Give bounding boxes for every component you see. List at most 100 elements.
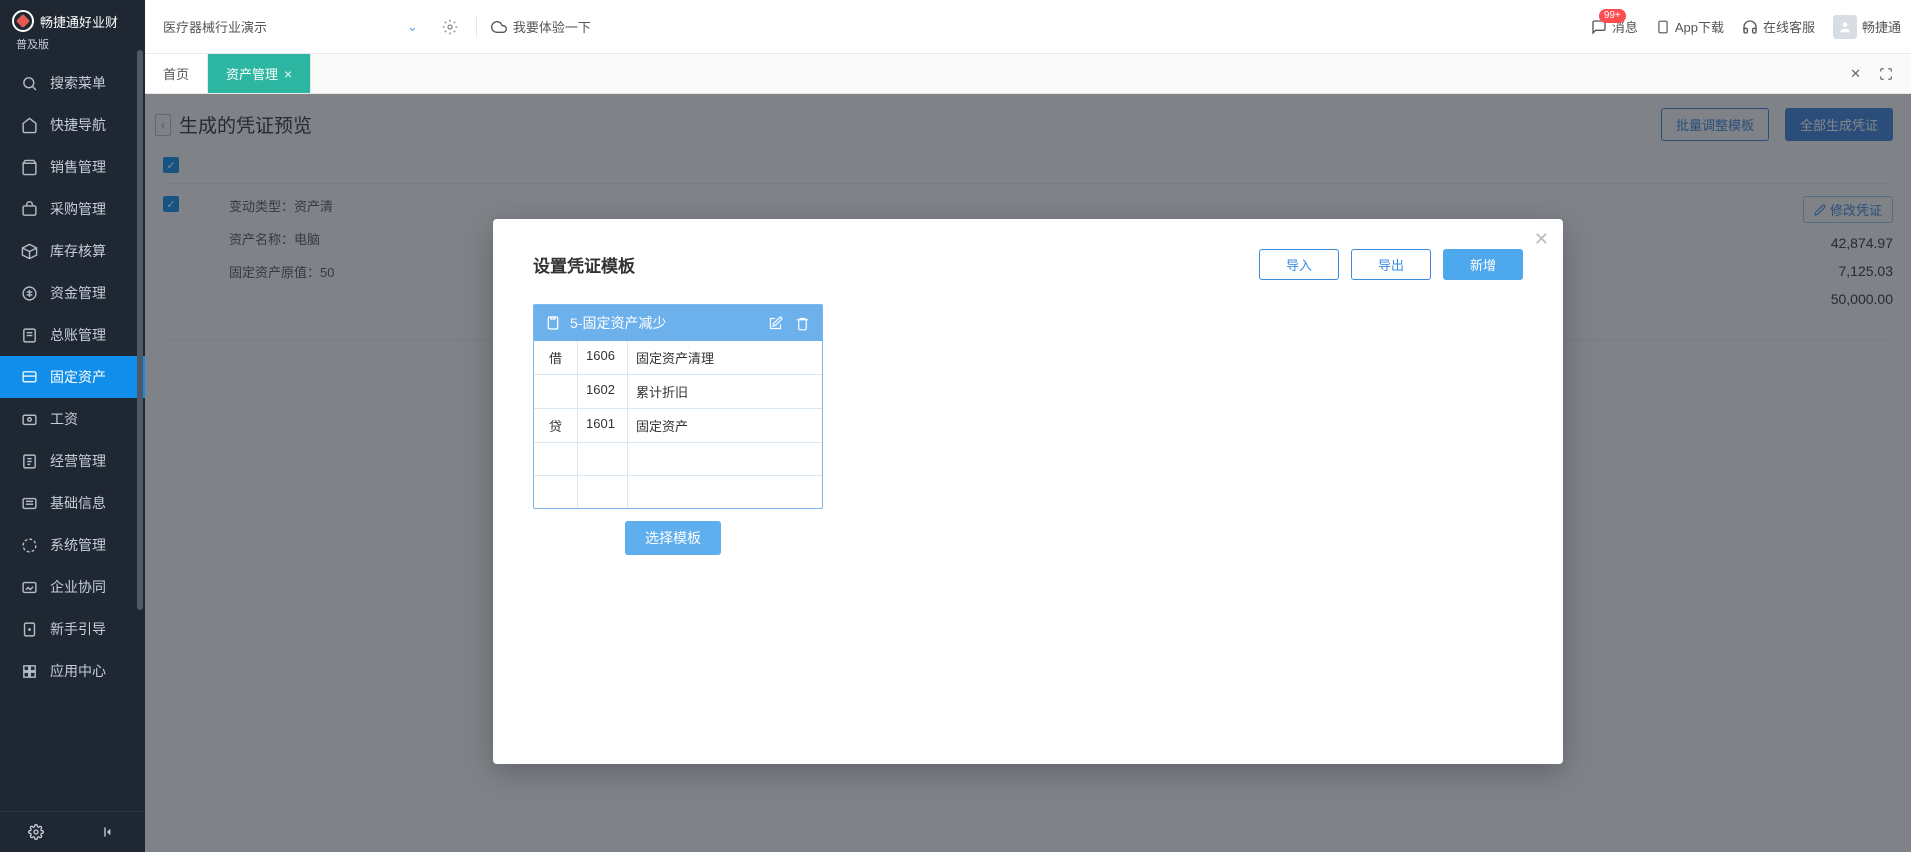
tenant-selector[interactable]: 医疗器械行业演示 ⌄ [157, 17, 424, 36]
app-download-button[interactable]: App下载 [1656, 17, 1724, 36]
collapse-sidebar-icon[interactable] [73, 812, 146, 852]
sidebar-item-label: 工资 [50, 409, 78, 429]
sidebar-item-guide[interactable]: 新手引导 [0, 608, 145, 650]
sidebar: 畅捷通好业财 普及版 搜索菜单快捷导航销售管理采购管理库存核算资金管理总账管理固… [0, 0, 145, 852]
brand-edition: 普及版 [0, 36, 145, 62]
asset-icon [20, 368, 38, 386]
try-experience-button[interactable]: 我要体验一下 [491, 17, 591, 36]
user-name-label: 畅捷通 [1862, 17, 1901, 36]
sidebar-item-label: 搜索菜单 [50, 73, 106, 93]
tab-1[interactable]: 资产管理 × [208, 54, 311, 93]
settings-gear-icon[interactable] [0, 812, 73, 852]
sys-icon [20, 536, 38, 554]
code-cell: 1602 [578, 375, 628, 408]
sidebar-scrollbar[interactable] [137, 50, 143, 808]
sidebar-item-salary[interactable]: 工资 [0, 398, 145, 440]
dc-cell: 贷 [534, 409, 578, 442]
apps-icon [20, 662, 38, 680]
tab-label: 资产管理 [226, 64, 278, 83]
sidebar-item-asset[interactable]: 固定资产 [0, 356, 145, 398]
add-button[interactable]: 新增 [1443, 249, 1523, 280]
fullscreen-icon[interactable] [1879, 67, 1893, 81]
phone-icon [1656, 19, 1670, 35]
voucher-template-modal: ✕ 设置凭证模板 导入 导出 新增 [493, 219, 1563, 764]
edit-template-icon[interactable] [766, 316, 785, 331]
modal-close-icon[interactable]: ✕ [1534, 229, 1549, 250]
export-button[interactable]: 导出 [1351, 249, 1431, 280]
tenant-name: 医疗器械行业演示 [163, 17, 267, 36]
dc-cell: 借 [534, 341, 578, 374]
ledger-icon [20, 326, 38, 344]
sidebar-item-sys[interactable]: 系统管理 [0, 524, 145, 566]
sidebar-item-label: 应用中心 [50, 661, 106, 681]
sidebar-menu: 搜索菜单快捷导航销售管理采购管理库存核算资金管理总账管理固定资产工资经营管理基础… [0, 62, 145, 811]
template-row: 贷1601固定资产 [534, 408, 822, 442]
code-cell: 1601 [578, 409, 628, 442]
try-experience-label: 我要体验一下 [513, 17, 591, 36]
info-icon [20, 494, 38, 512]
sidebar-item-bag[interactable]: 销售管理 [0, 146, 145, 188]
select-template-button[interactable]: 选择模板 [625, 521, 721, 555]
bag-icon [20, 158, 38, 176]
tab-label: 首页 [163, 64, 189, 83]
code-cell: 1606 [578, 341, 628, 374]
modal-overlay[interactable]: ✕ 设置凭证模板 导入 导出 新增 [145, 94, 1911, 852]
online-service-button[interactable]: 在线客服 [1742, 17, 1815, 36]
sidebar-item-home[interactable]: 快捷导航 [0, 104, 145, 146]
brand-name: 畅捷通好业财 [40, 12, 118, 31]
app-download-label: App下载 [1675, 17, 1724, 36]
page-content: ‹ 生成的凭证预览 批量调整模板 全部生成凭证 ✓ ✓ 变动类型：资产清 资产名… [145, 94, 1911, 852]
sidebar-item-search[interactable]: 搜索菜单 [0, 62, 145, 104]
cart-icon [20, 200, 38, 218]
sidebar-item-label: 企业协同 [50, 577, 106, 597]
close-tab-icon[interactable]: ✕ [1850, 66, 1861, 82]
sidebar-item-ledger[interactable]: 总账管理 [0, 314, 145, 356]
cloud-icon [491, 19, 507, 35]
template-name: 5-固定资产减少 [570, 313, 758, 333]
import-button[interactable]: 导入 [1259, 249, 1339, 280]
chevron-down-icon: ⌄ [407, 19, 418, 35]
home-icon [20, 116, 38, 134]
sidebar-item-label: 经营管理 [50, 451, 106, 471]
sidebar-item-collab[interactable]: 企业协同 [0, 566, 145, 608]
sidebar-item-label: 销售管理 [50, 157, 106, 177]
template-card: 5-固定资产减少 借1606固定资产清理1602累计折旧贷1601固定资产 [533, 304, 823, 509]
name-cell: 固定资产清理 [628, 341, 822, 374]
sidebar-item-label: 库存核算 [50, 241, 106, 261]
user-menu[interactable]: 畅捷通 [1833, 15, 1901, 39]
guide-icon [20, 620, 38, 638]
name-cell: 累计折旧 [628, 375, 822, 408]
search-icon [20, 74, 38, 92]
headset-icon [1742, 19, 1758, 35]
user-avatar-icon [1833, 15, 1857, 39]
dc-cell [534, 375, 578, 408]
sidebar-item-label: 固定资产 [50, 367, 106, 387]
tabs-bar: 首页 资产管理 × ✕ [145, 54, 1911, 94]
sidebar-item-box[interactable]: 库存核算 [0, 230, 145, 272]
sidebar-item-label: 资金管理 [50, 283, 106, 303]
main-area: 医疗器械行业演示 ⌄ 我要体验一下 99+ 消息 App下载 [145, 0, 1911, 852]
messages-badge: 99+ [1599, 9, 1626, 23]
sidebar-item-label: 总账管理 [50, 325, 106, 345]
sidebar-item-label: 新手引导 [50, 619, 106, 639]
coin-icon [20, 284, 38, 302]
tab-close-icon[interactable]: × [284, 66, 292, 82]
sidebar-item-info[interactable]: 基础信息 [0, 482, 145, 524]
modal-title: 设置凭证模板 [533, 252, 635, 277]
sidebar-item-biz[interactable]: 经营管理 [0, 440, 145, 482]
template-row: 借1606固定资产清理 [534, 341, 822, 374]
collab-icon [20, 578, 38, 596]
messages-button[interactable]: 99+ 消息 [1591, 17, 1638, 36]
delete-template-icon[interactable] [793, 316, 812, 331]
sidebar-item-apps[interactable]: 应用中心 [0, 650, 145, 692]
clipboard-icon [544, 314, 562, 332]
salary-icon [20, 410, 38, 428]
brand-logo: 畅捷通好业财 [0, 0, 145, 36]
tab-0[interactable]: 首页 [145, 54, 208, 93]
sidebar-item-cart[interactable]: 采购管理 [0, 188, 145, 230]
tenant-settings-icon[interactable] [438, 15, 462, 39]
sidebar-item-coin[interactable]: 资金管理 [0, 272, 145, 314]
topbar: 医疗器械行业演示 ⌄ 我要体验一下 99+ 消息 App下载 [145, 0, 1911, 54]
box-icon [20, 242, 38, 260]
name-cell: 固定资产 [628, 409, 822, 442]
